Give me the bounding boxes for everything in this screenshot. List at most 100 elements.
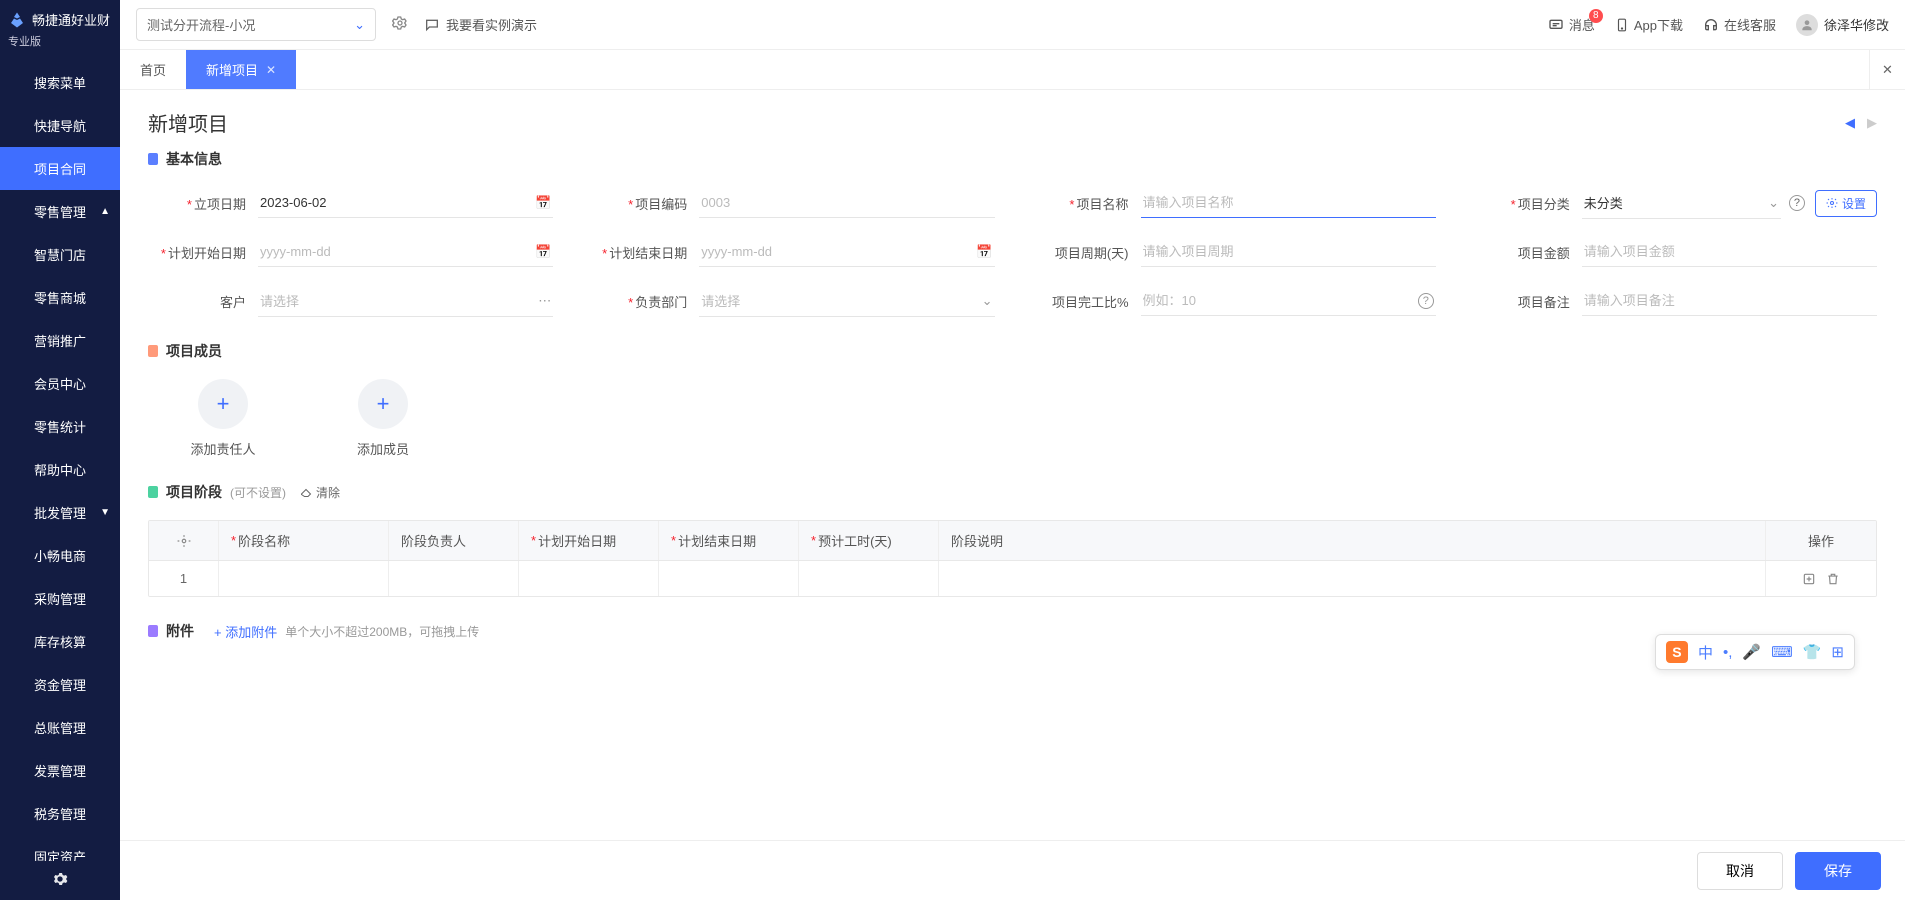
topbar: 测试分开流程-小况 ⌄ 我要看实例演示 消息 8 App下载: [120, 0, 1905, 50]
message-badge: 8: [1589, 9, 1603, 23]
plan-start-input[interactable]: 📅: [258, 237, 553, 267]
user-name: 徐泽华修改: [1824, 15, 1889, 34]
phone-icon: [1615, 17, 1629, 33]
cancel-button[interactable]: 取消: [1697, 852, 1783, 890]
project-code-input[interactable]: 0003: [699, 188, 994, 218]
save-button[interactable]: 保存: [1795, 852, 1881, 890]
sidebar-item-retail-mall[interactable]: 零售商城: [0, 276, 120, 319]
avatar: [1796, 14, 1818, 36]
sidebar-item-smart-store[interactable]: 智慧门店: [0, 233, 120, 276]
grid-icon[interactable]: ⊞: [1831, 643, 1844, 661]
sidebar-item-help[interactable]: 帮助中心: [0, 448, 120, 491]
calendar-icon[interactable]: 📅: [535, 244, 551, 260]
page-header: 新增项目 ◀ ▶: [120, 90, 1905, 149]
sidebar: 畅捷通好业财 专业版 搜索菜单 快捷导航 项目合同 零售管理▲ 智慧门店 零售商…: [0, 0, 120, 900]
progress-input[interactable]: ?: [1141, 286, 1436, 316]
gear-icon: [52, 871, 68, 887]
user-icon: [1800, 18, 1814, 32]
app-download-button[interactable]: App下载: [1615, 15, 1683, 34]
eraser-icon: [300, 486, 312, 498]
user-menu[interactable]: 徐泽华修改: [1796, 14, 1889, 36]
project-name-input[interactable]: [1141, 188, 1436, 218]
skin-icon[interactable]: 👕: [1803, 643, 1822, 661]
plan-end-input[interactable]: 📅: [699, 237, 994, 267]
section-members: 项目成员 + 添加责任人 + 添加成员: [148, 341, 1877, 458]
help-icon[interactable]: ?: [1789, 195, 1805, 211]
department-select[interactable]: 请选择 ⌄: [699, 285, 994, 317]
tab-home[interactable]: 首页: [120, 50, 186, 89]
messages-button[interactable]: 消息 8: [1548, 15, 1595, 34]
support-button[interactable]: 在线客服: [1703, 15, 1776, 34]
delete-icon[interactable]: [1826, 572, 1840, 586]
clear-stages-button[interactable]: 清除: [300, 484, 340, 501]
sidebar-item-wholesale[interactable]: 批发管理▼: [0, 491, 120, 534]
project-category-select[interactable]: 未分类 ⌄: [1582, 187, 1781, 219]
calendar-icon[interactable]: 📅: [976, 244, 992, 260]
settings-button[interactable]: 设置: [1815, 190, 1877, 217]
caret-down-icon: ▼: [100, 507, 110, 518]
sidebar-item-tax[interactable]: 税务管理: [0, 792, 120, 835]
amount-input[interactable]: [1582, 237, 1877, 267]
context-switcher[interactable]: 测试分开流程-小况 ⌄: [136, 8, 376, 41]
sidebar-item-ledger[interactable]: 总账管理: [0, 706, 120, 749]
sidebar-item-asset[interactable]: 固定资产: [0, 835, 120, 861]
row-index: 1: [149, 561, 219, 596]
sidebar-item-retail[interactable]: 零售管理▲: [0, 190, 120, 233]
create-date-input[interactable]: 2023-06-02 📅: [258, 188, 553, 218]
col-desc: 阶段说明: [939, 521, 1766, 560]
ime-punct-icon[interactable]: •,: [1723, 644, 1732, 661]
calendar-icon[interactable]: 📅: [535, 195, 551, 211]
attachment-hint: 单个大小不超过200MB，可拖拽上传: [285, 623, 479, 640]
ime-toolbar[interactable]: S 中 •, 🎤 ⌨ 👕 ⊞: [1655, 634, 1855, 670]
sidebar-item-invoice[interactable]: 发票管理: [0, 749, 120, 792]
demo-link[interactable]: 我要看实例演示: [424, 15, 537, 34]
period-input[interactable]: [1141, 237, 1436, 267]
customer-select[interactable]: 请选择 ⋯: [258, 285, 553, 317]
sidebar-item-ecommerce[interactable]: 小畅电商: [0, 534, 120, 577]
brand-name: 畅捷通好业财: [32, 10, 110, 29]
sidebar-item-marketing[interactable]: 营销推广: [0, 319, 120, 362]
sogou-icon: S: [1666, 641, 1688, 663]
context-settings-icon[interactable]: [392, 15, 408, 34]
gear-icon: [177, 534, 191, 548]
prev-record-button[interactable]: ◀: [1845, 115, 1855, 131]
add-member-button[interactable]: + 添加成员: [328, 379, 438, 458]
table-row[interactable]: 1: [149, 561, 1876, 596]
close-icon[interactable]: ✕: [266, 63, 276, 77]
add-attachment-button[interactable]: + 添加附件: [214, 622, 277, 641]
more-icon[interactable]: ⋯: [538, 293, 551, 309]
keyboard-icon[interactable]: ⌨: [1771, 643, 1793, 661]
close-all-tabs[interactable]: ✕: [1869, 50, 1905, 89]
tab-new-project[interactable]: 新增项目 ✕: [186, 50, 296, 89]
sidebar-item-contract[interactable]: 项目合同: [0, 147, 120, 190]
chevron-down-icon[interactable]: ⌄: [982, 293, 993, 309]
chevron-down-icon[interactable]: ⌄: [1768, 195, 1779, 211]
insert-icon[interactable]: [1802, 572, 1816, 586]
sidebar-item-member[interactable]: 会员中心: [0, 362, 120, 405]
chevron-down-icon: ⌄: [354, 17, 365, 33]
col-hours: *预计工时(天): [799, 521, 939, 560]
folder-icon: [148, 625, 158, 637]
microphone-icon[interactable]: 🎤: [1742, 643, 1761, 661]
section-icon: [148, 345, 158, 357]
gear-icon: [1826, 197, 1838, 209]
ime-lang[interactable]: 中: [1698, 642, 1713, 663]
remark-input[interactable]: [1582, 286, 1877, 316]
sidebar-settings[interactable]: [0, 861, 120, 900]
stage-table: *阶段名称 阶段负责人 *计划开始日期 *计划结束日期 *预计工时(天) 阶段说…: [148, 520, 1877, 597]
help-icon[interactable]: ?: [1418, 293, 1434, 309]
sidebar-item-retail-stats[interactable]: 零售统计: [0, 405, 120, 448]
message-icon: [1548, 17, 1564, 33]
section-basic: 基本信息 *立项日期 2023-06-02 📅 *项目编码 0003: [148, 149, 1877, 317]
section-icon: [148, 486, 158, 498]
add-owner-button[interactable]: + 添加责任人: [168, 379, 278, 458]
sidebar-item-inventory[interactable]: 库存核算: [0, 620, 120, 663]
sidebar-search-menu[interactable]: 搜索菜单: [0, 61, 120, 104]
sidebar-item-purchase[interactable]: 采购管理: [0, 577, 120, 620]
footer-actions: 取消 保存: [120, 840, 1905, 900]
sidebar-item-finance[interactable]: 资金管理: [0, 663, 120, 706]
sidebar-quick-nav[interactable]: 快捷导航: [0, 104, 120, 147]
row-actions[interactable]: [1766, 561, 1876, 596]
logo-icon: [8, 11, 26, 29]
table-settings-button[interactable]: [149, 521, 219, 560]
